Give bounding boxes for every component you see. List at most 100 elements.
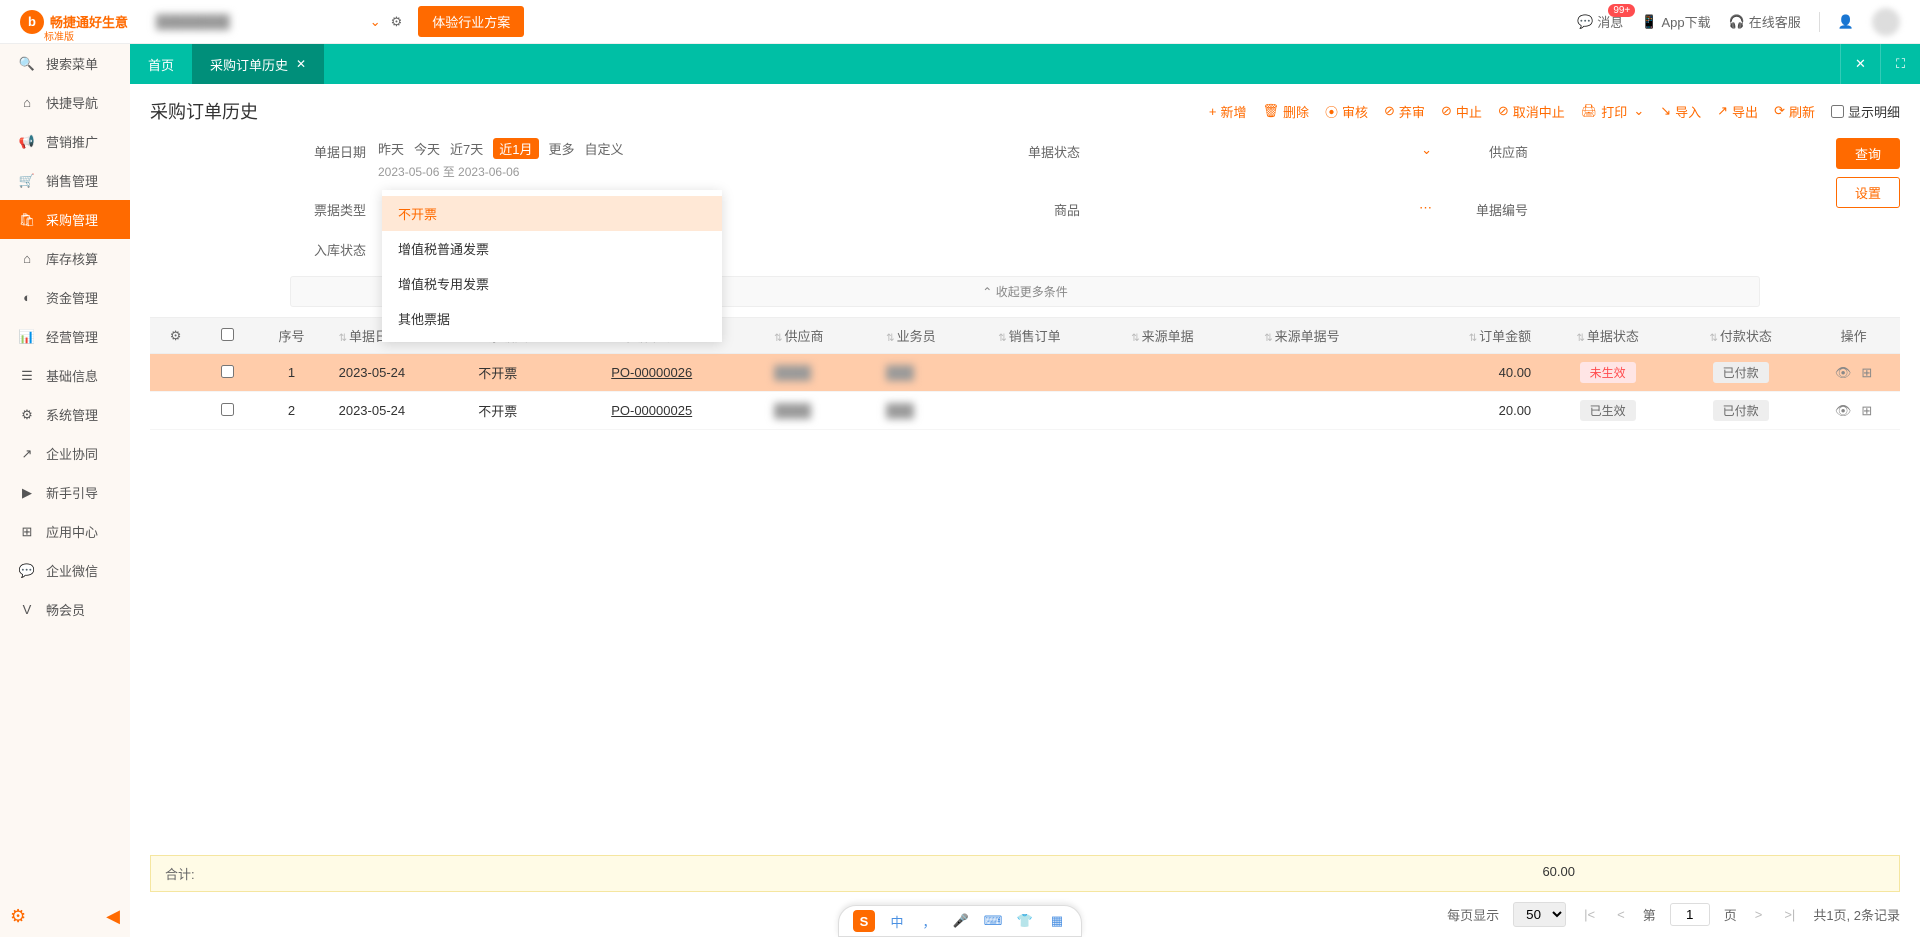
date-shortcut[interactable]: 更多: [549, 139, 575, 158]
delete-button[interactable]: 🗑删除: [1262, 102, 1309, 121]
view-icon[interactable]: 👁: [1835, 365, 1852, 381]
add-button[interactable]: +新增: [1209, 102, 1247, 121]
ime-keyboard-icon[interactable]: ⌨: [983, 911, 1003, 931]
sidebar-item-10[interactable]: ↗企业协同: [0, 434, 130, 473]
table-header[interactable]: ⇅业务员: [876, 318, 988, 354]
row-checkbox[interactable]: [221, 365, 234, 378]
table-header[interactable]: ⇅订单金额: [1408, 318, 1541, 354]
pay-badge: 已付款: [1713, 362, 1769, 383]
sidebar-item-2[interactable]: 📢营销推广: [0, 122, 130, 161]
print-button[interactable]: 🖨打印⌄: [1581, 102, 1644, 121]
cancel-stop-button[interactable]: ⊘取消中止: [1498, 102, 1565, 121]
tab-expand-icon[interactable]: ⛶: [1880, 44, 1920, 84]
dropdown-item[interactable]: 其他票据: [382, 301, 722, 336]
tab-current[interactable]: 采购订单历史 ✕: [192, 44, 324, 84]
next-page-icon[interactable]: >: [1751, 907, 1767, 922]
collapse-icon[interactable]: ◀: [106, 906, 120, 927]
sidebar-item-1[interactable]: ⌂快捷导航: [0, 83, 130, 122]
table-header[interactable]: ⇅销售订单: [988, 318, 1121, 354]
sidebar-item-13[interactable]: 💬企业微信: [0, 551, 130, 590]
sidebar-item-12[interactable]: ⊞应用中心: [0, 512, 130, 551]
prev-page-icon[interactable]: <: [1613, 907, 1629, 922]
order-link[interactable]: PO-00000025: [611, 403, 692, 418]
settings-button[interactable]: 设置: [1836, 177, 1900, 208]
settings-icon[interactable]: ⚙: [391, 14, 403, 30]
last-page-icon[interactable]: >|: [1780, 907, 1799, 922]
date-shortcut[interactable]: 自定义: [585, 139, 624, 158]
sidebar-item-11[interactable]: ▶新手引导: [0, 473, 130, 512]
gear-icon[interactable]: ⚙: [10, 906, 26, 927]
export-button[interactable]: ↗导出: [1717, 102, 1758, 121]
dropdown-item[interactable]: 增值税专用发票: [382, 266, 722, 301]
supplier-input[interactable]: [1540, 138, 1880, 162]
chevron-down-icon[interactable]: ⌄: [370, 14, 381, 30]
dropdown-item[interactable]: 增值税普通发票: [382, 231, 722, 266]
show-detail-checkbox[interactable]: 显示明细: [1831, 102, 1900, 121]
date-shortcut[interactable]: 今天: [414, 139, 440, 158]
close-icon[interactable]: ✕: [296, 57, 306, 71]
sidebar-item-6[interactable]: ◐资金管理: [0, 278, 130, 317]
messages-button[interactable]: 💬 消息 99+: [1577, 12, 1623, 31]
sidebar-item-0[interactable]: 🔍搜索菜单: [0, 44, 130, 83]
date-shortcut[interactable]: 近7天: [450, 139, 483, 158]
table-row[interactable]: 1 2023-05-24 不开票 PO-00000026 ████ ███ 40…: [150, 354, 1900, 392]
sidebar-item-9[interactable]: ⚙系统管理: [0, 395, 130, 434]
sidebar-item-14[interactable]: V畅会员: [0, 590, 130, 629]
ime-skin-icon[interactable]: 👕: [1015, 911, 1035, 931]
page-input[interactable]: [1670, 903, 1710, 926]
first-page-icon[interactable]: |<: [1580, 907, 1599, 922]
refresh-button[interactable]: ⟳刷新: [1774, 102, 1815, 121]
ime-mic-icon[interactable]: 🎤: [951, 911, 971, 931]
tab-home[interactable]: 首页: [130, 44, 192, 84]
avatar[interactable]: [1872, 8, 1900, 36]
date-shortcut[interactable]: 昨天: [378, 139, 404, 158]
select-all-checkbox[interactable]: [221, 328, 234, 341]
sidebar-item-3[interactable]: 🛒销售管理: [0, 161, 130, 200]
goods-input[interactable]: [1092, 196, 1432, 220]
sidebar-item-5[interactable]: ⌂库存核算: [0, 239, 130, 278]
sidebar-icon: ⊞: [18, 524, 36, 540]
ime-toolbox-icon[interactable]: ▦: [1047, 911, 1067, 931]
chevron-down-icon[interactable]: ⌄: [1421, 142, 1432, 158]
ime-logo-icon[interactable]: S: [853, 910, 875, 932]
stop-button[interactable]: ⊘中止: [1441, 102, 1482, 121]
trial-button[interactable]: 体验行业方案: [418, 6, 524, 37]
pagination-summary: 共1页, 2条记录: [1813, 905, 1900, 924]
sidebar-icon: 🔍: [18, 56, 36, 72]
date-shortcut[interactable]: 近1月: [493, 138, 538, 159]
row-checkbox[interactable]: [221, 403, 234, 416]
status-input[interactable]: [1092, 138, 1432, 162]
more-action-icon[interactable]: ⊞: [1861, 365, 1872, 381]
table-header[interactable]: ⇅付款状态: [1674, 318, 1807, 354]
table-header[interactable]: ⇅供应商: [764, 318, 876, 354]
audit-button[interactable]: ⦿审核: [1325, 102, 1368, 121]
order-no-input[interactable]: [1540, 196, 1880, 220]
order-link[interactable]: PO-00000026: [611, 365, 692, 380]
app-download-button[interactable]: 📱 App下载: [1641, 12, 1710, 31]
query-button[interactable]: 查询: [1836, 138, 1900, 169]
check-icon: ⦿: [1325, 102, 1338, 121]
gear-icon[interactable]: ⚙: [170, 328, 182, 343]
abandon-button[interactable]: ⊘弃审: [1384, 102, 1425, 121]
more-icon[interactable]: ⋯: [1419, 200, 1432, 216]
user-icon[interactable]: 👤: [1838, 14, 1854, 30]
online-service-button[interactable]: 🎧 在线客服: [1729, 12, 1801, 31]
more-action-icon[interactable]: ⊞: [1861, 403, 1872, 419]
ime-punct-icon[interactable]: ，: [919, 911, 939, 931]
sidebar-item-8[interactable]: ☰基础信息: [0, 356, 130, 395]
page-size-select[interactable]: 50: [1513, 902, 1566, 927]
dropdown-item[interactable]: 不开票: [382, 196, 722, 231]
table-header[interactable]: ⇅单据状态: [1541, 318, 1674, 354]
table-row[interactable]: 2 2023-05-24 不开票 PO-00000025 ████ ███ 20…: [150, 392, 1900, 430]
tab-close-all-icon[interactable]: ✕: [1840, 44, 1880, 84]
table-header[interactable]: ⇅来源单据: [1121, 318, 1254, 354]
sidebar-item-7[interactable]: 📊经营管理: [0, 317, 130, 356]
company-select[interactable]: ████████: [156, 14, 230, 29]
import-button[interactable]: ↘导入: [1660, 102, 1701, 121]
table-header[interactable]: ⇅来源单据号: [1254, 318, 1408, 354]
view-icon[interactable]: 👁: [1835, 403, 1852, 419]
header-right: 💬 消息 99+ 📱 App下载 🎧 在线客服 👤: [1577, 8, 1900, 36]
ime-lang[interactable]: 中: [887, 911, 907, 931]
sidebar-item-4[interactable]: 🛍采购管理: [0, 200, 130, 239]
total-label: 合计:: [165, 864, 195, 883]
